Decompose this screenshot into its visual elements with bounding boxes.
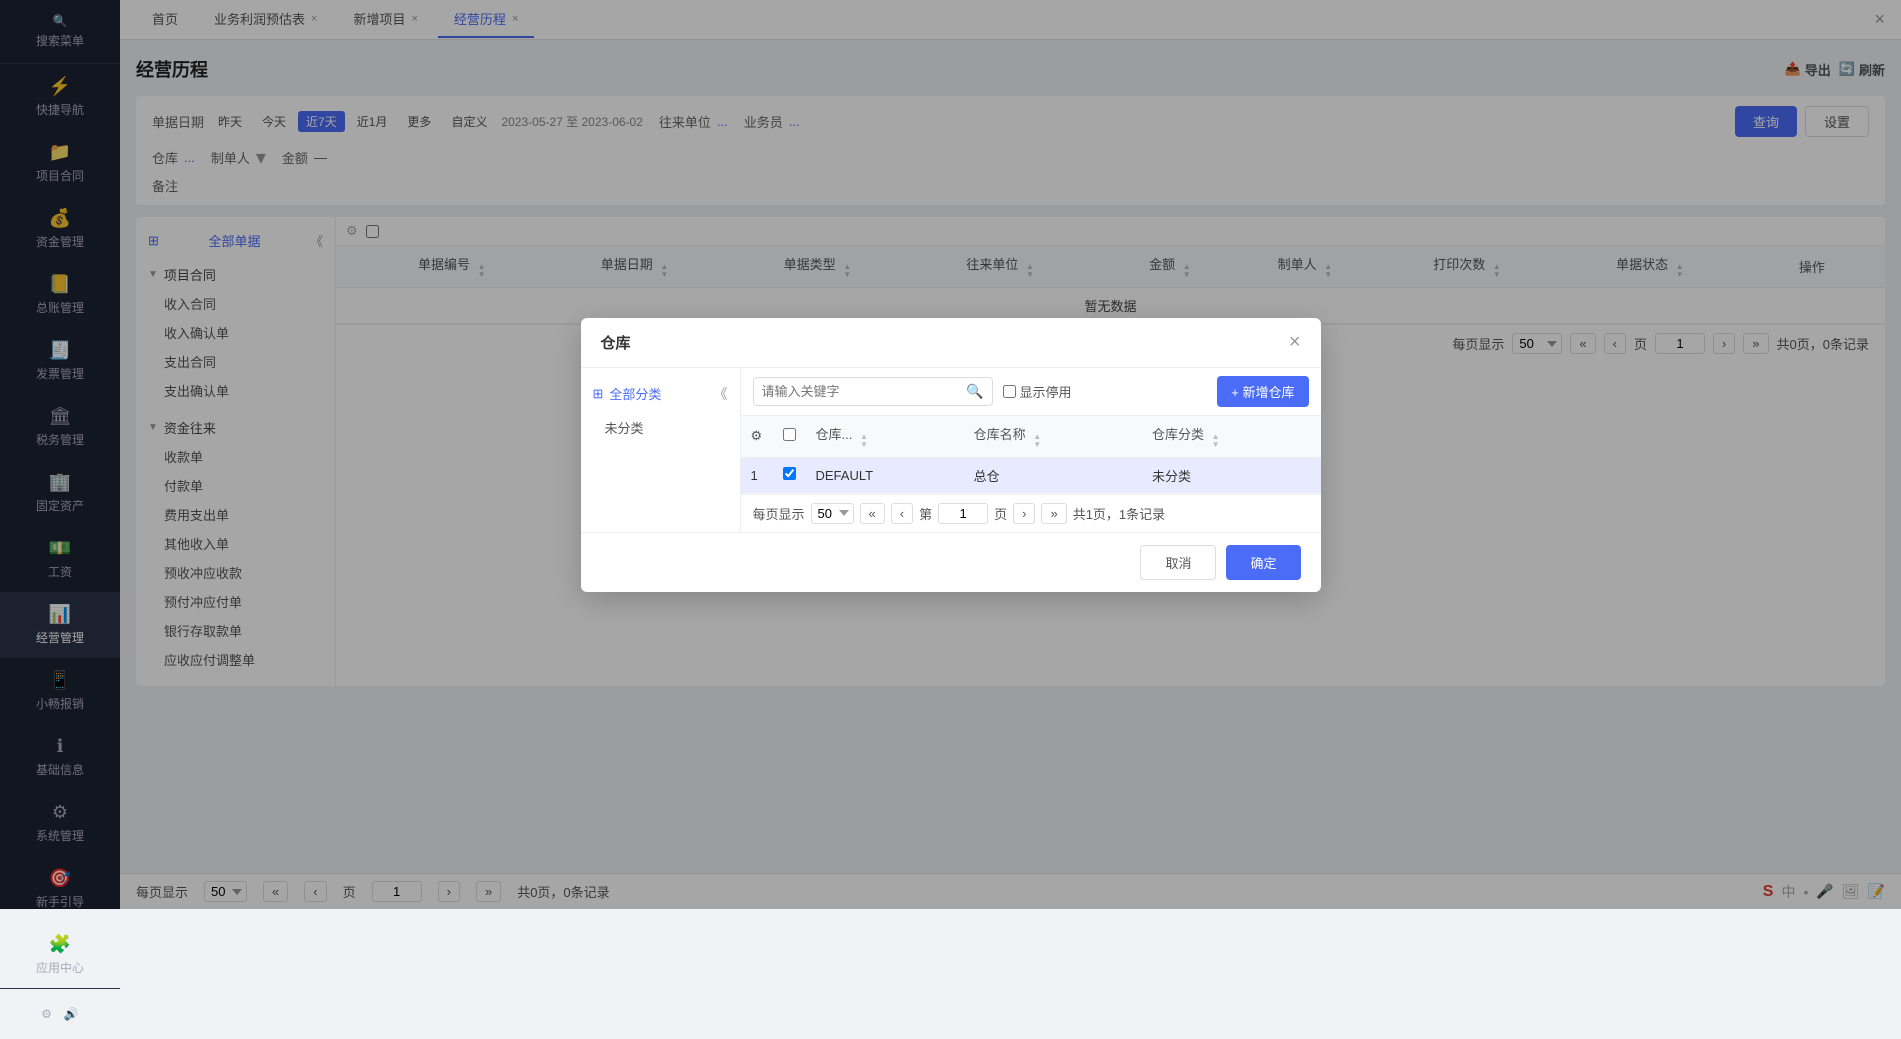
modal-pagination: 每页显示 50 « ‹ 第 页 › » 共1页，1条记录 <box>741 494 1321 532</box>
cancel-button[interactable]: 取消 <box>1140 545 1216 580</box>
modal-left-collapse[interactable]: 《 <box>714 384 728 404</box>
sidebar-bottom-icons: ⚙ 🔊 <box>41 999 79 1029</box>
modal-page-input[interactable] <box>938 503 988 524</box>
sidebar-item-label: 应用中心 <box>36 959 84 976</box>
modal-page-last[interactable]: » <box>1041 503 1066 524</box>
modal-col-check <box>773 416 806 458</box>
modal-table-wrap: ⚙ 仓库... ▲▼ 仓库名称 <box>741 416 1321 494</box>
modal-page-end: 页 <box>994 504 1007 523</box>
modal-close-button[interactable]: × <box>1289 332 1301 352</box>
sidebar-bottom: ⚙ 🔊 <box>0 988 120 1039</box>
show-disabled-checkbox[interactable] <box>1003 385 1016 398</box>
modal-row-check <box>773 457 806 493</box>
modal-right-panel: 🔍 显示停用 + 新增仓库 ⚙ <box>741 368 1321 532</box>
modal-search-button[interactable]: 🔍 <box>958 378 991 405</box>
volume-icon[interactable]: 🔊 <box>64 1007 79 1021</box>
modal-title: 仓库 <box>601 332 631 353</box>
modal-table-row[interactable]: 1 DEFAULT 总仓 未分类 <box>741 457 1321 493</box>
warehouse-modal: 仓库 × ⊞ 全部分类 《 未分类 🔍 <box>581 318 1321 592</box>
modal-col-category: 仓库分类 ▲▼ <box>1142 416 1320 458</box>
modal-header: 仓库 × <box>581 318 1321 368</box>
modal-row-index: 1 <box>741 457 773 493</box>
modal-per-page-select[interactable]: 50 <box>811 503 854 524</box>
modal-select-all[interactable] <box>783 428 796 441</box>
modal-footer: 取消 确定 <box>581 532 1321 592</box>
modal-body: ⊞ 全部分类 《 未分类 🔍 显示停用 <box>581 368 1321 532</box>
modal-left-header: ⊞ 全部分类 《 <box>581 376 740 412</box>
modal-row-checkbox[interactable] <box>783 467 796 480</box>
modal-table-header: ⚙ 仓库... ▲▼ 仓库名称 <box>741 416 1321 458</box>
modal-overlay: 仓库 × ⊞ 全部分类 《 未分类 🔍 <box>0 0 1901 909</box>
modal-search-box: 🔍 <box>753 377 993 406</box>
modal-row-code: DEFAULT <box>806 457 964 493</box>
settings-icon[interactable]: ⚙ <box>41 1007 52 1021</box>
add-warehouse-button[interactable]: + 新增仓库 <box>1217 376 1308 407</box>
modal-toolbar: 🔍 显示停用 + 新增仓库 <box>741 368 1321 416</box>
app-center-icon: 🧩 <box>49 934 71 955</box>
modal-col-gear: ⚙ <box>741 416 773 458</box>
modal-table: ⚙ 仓库... ▲▼ 仓库名称 <box>741 416 1321 494</box>
show-disabled-text: 显示停用 <box>1020 382 1072 401</box>
modal-col-name: 仓库名称 ▲▼ <box>964 416 1142 458</box>
modal-left-uncategorized[interactable]: 未分类 <box>581 412 740 443</box>
modal-row-name: 总仓 <box>964 457 1142 493</box>
modal-col-code: 仓库... ▲▼ <box>806 416 964 458</box>
sidebar-item-app-center[interactable]: 🧩 应用中心 <box>0 922 120 988</box>
modal-page-label: 第 <box>919 504 932 523</box>
show-disabled-label: 显示停用 <box>1003 382 1072 401</box>
modal-page-first[interactable]: « <box>860 503 885 524</box>
modal-row-category: 未分类 <box>1142 457 1320 493</box>
modal-per-page-label: 每页显示 <box>753 504 805 523</box>
modal-page-prev[interactable]: ‹ <box>891 503 913 524</box>
modal-total: 共1页，1条记录 <box>1073 504 1165 523</box>
modal-page-next[interactable]: › <box>1013 503 1035 524</box>
grid-icon-modal: ⊞ <box>593 386 604 402</box>
modal-left-panel: ⊞ 全部分类 《 未分类 <box>581 368 741 532</box>
confirm-button[interactable]: 确定 <box>1226 545 1300 580</box>
modal-search-input[interactable] <box>754 379 959 404</box>
modal-all-category[interactable]: 全部分类 <box>609 384 661 403</box>
